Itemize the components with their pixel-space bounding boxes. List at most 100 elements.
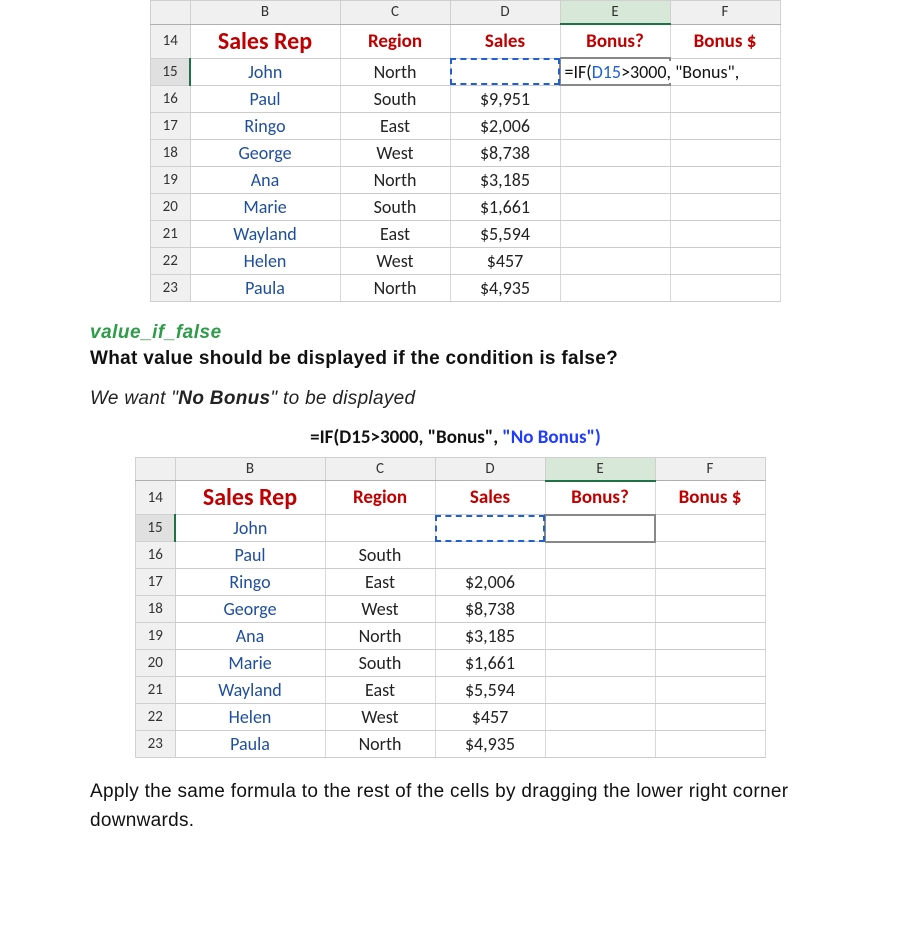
row-18[interactable]: 18: [151, 139, 191, 166]
cell-rep[interactable]: Helen: [175, 704, 325, 731]
cell-rep[interactable]: Helen: [190, 247, 340, 274]
cell-sales[interactable]: $5,594: [435, 677, 545, 704]
cell-rep[interactable]: Ana: [175, 623, 325, 650]
cell[interactable]: [655, 569, 765, 596]
corner-cell[interactable]: [151, 1, 191, 25]
row-15[interactable]: 15: [151, 58, 191, 85]
cell[interactable]: [560, 139, 670, 166]
cell[interactable]: [560, 85, 670, 112]
cell[interactable]: [560, 247, 670, 274]
row-18[interactable]: 18: [136, 596, 176, 623]
cell-region[interactable]: North: [340, 166, 450, 193]
cell[interactable]: [560, 193, 670, 220]
cell-region[interactable]: North: [340, 274, 450, 301]
cell[interactable]: [670, 274, 780, 301]
cell-rep[interactable]: Marie: [190, 193, 340, 220]
cell[interactable]: [545, 569, 655, 596]
cell-rep[interactable]: George: [175, 596, 325, 623]
cell-region[interactable]: North: [325, 731, 435, 758]
cell-rep[interactable]: Paul: [190, 85, 340, 112]
row-19[interactable]: 19: [151, 166, 191, 193]
cell-rep[interactable]: George: [190, 139, 340, 166]
cell[interactable]: [655, 650, 765, 677]
cell-sales[interactable]: $4,935: [450, 274, 560, 301]
cell-region[interactable]: South: [340, 85, 450, 112]
row-23[interactable]: 23: [151, 274, 191, 301]
col-C[interactable]: C: [325, 457, 435, 481]
cell-rep[interactable]: Marie: [175, 650, 325, 677]
cell-region[interactable]: South: [325, 650, 435, 677]
formula-edit-1[interactable]: =IF(D15>3000, "Bonus",: [563, 61, 742, 83]
row-16[interactable]: 16: [151, 85, 191, 112]
cell-rep[interactable]: Paul: [175, 542, 325, 569]
row-20[interactable]: 20: [151, 193, 191, 220]
row-22[interactable]: 22: [136, 704, 176, 731]
cell[interactable]: [545, 596, 655, 623]
cell[interactable]: [655, 704, 765, 731]
cell[interactable]: [545, 704, 655, 731]
row-20[interactable]: 20: [136, 650, 176, 677]
header-sales-rep[interactable]: Sales Rep: [190, 24, 340, 58]
cell-region[interactable]: West: [340, 139, 450, 166]
cell[interactable]: [670, 85, 780, 112]
col-D[interactable]: D: [435, 457, 545, 481]
cell[interactable]: [560, 220, 670, 247]
cell-sales[interactable]: $1,661: [435, 650, 545, 677]
cell-sales[interactable]: $2,006: [435, 569, 545, 596]
col-B[interactable]: B: [190, 1, 340, 25]
cell[interactable]: [670, 193, 780, 220]
cell[interactable]: [655, 542, 765, 569]
cell-sales[interactable]: $8,738: [435, 596, 545, 623]
cell[interactable]: [545, 677, 655, 704]
header-region[interactable]: Region: [340, 24, 450, 58]
cell[interactable]: [655, 731, 765, 758]
header-sales[interactable]: Sales: [450, 24, 560, 58]
col-C[interactable]: C: [340, 1, 450, 25]
cell-region[interactable]: East: [325, 569, 435, 596]
cell-rep[interactable]: Ringo: [175, 569, 325, 596]
cell-region[interactable]: South: [340, 193, 450, 220]
cell-rep[interactable]: Ringo: [190, 112, 340, 139]
cell[interactable]: [655, 623, 765, 650]
row-14[interactable]: 14: [151, 24, 191, 58]
cell-sales[interactable]: $3,185: [435, 623, 545, 650]
cell[interactable]: [545, 731, 655, 758]
row-19[interactable]: 19: [136, 623, 176, 650]
cell[interactable]: [655, 596, 765, 623]
cell-rep[interactable]: Wayland: [175, 677, 325, 704]
cell[interactable]: [545, 623, 655, 650]
header-sales-rep[interactable]: Sales Rep: [175, 481, 325, 515]
cell-sales[interactable]: $457: [450, 247, 560, 274]
cell[interactable]: [670, 139, 780, 166]
cell-region[interactable]: East: [325, 677, 435, 704]
cell[interactable]: [655, 677, 765, 704]
header-bonusd[interactable]: Bonus $: [670, 24, 780, 58]
row-15[interactable]: 15: [136, 515, 176, 542]
header-sales[interactable]: Sales: [435, 481, 545, 515]
cell-sales[interactable]: $5,594: [450, 220, 560, 247]
cell-sales[interactable]: $4,935: [435, 731, 545, 758]
cell[interactable]: [560, 112, 670, 139]
cell-region[interactable]: North: [325, 623, 435, 650]
row-21[interactable]: 21: [136, 677, 176, 704]
cell-sales[interactable]: [435, 542, 545, 569]
row-14[interactable]: 14: [136, 481, 176, 515]
cell-rep[interactable]: John: [175, 515, 325, 542]
cell-D15[interactable]: [435, 515, 545, 542]
cell-E15[interactable]: [545, 515, 655, 542]
corner-cell[interactable]: [136, 457, 176, 481]
header-region[interactable]: Region: [325, 481, 435, 515]
cell-rep[interactable]: Wayland: [190, 220, 340, 247]
row-21[interactable]: 21: [151, 220, 191, 247]
cell[interactable]: [670, 220, 780, 247]
cell-sales[interactable]: $8,738: [450, 139, 560, 166]
row-17[interactable]: 17: [136, 569, 176, 596]
cell-rep[interactable]: John: [190, 58, 340, 85]
cell-sales[interactable]: $3,185: [450, 166, 560, 193]
cell-region[interactable]: West: [340, 247, 450, 274]
row-23[interactable]: 23: [136, 731, 176, 758]
col-D[interactable]: D: [450, 1, 560, 25]
cell[interactable]: [560, 274, 670, 301]
cell-F15[interactable]: [655, 515, 765, 542]
header-bonusq[interactable]: Bonus?: [560, 24, 670, 58]
